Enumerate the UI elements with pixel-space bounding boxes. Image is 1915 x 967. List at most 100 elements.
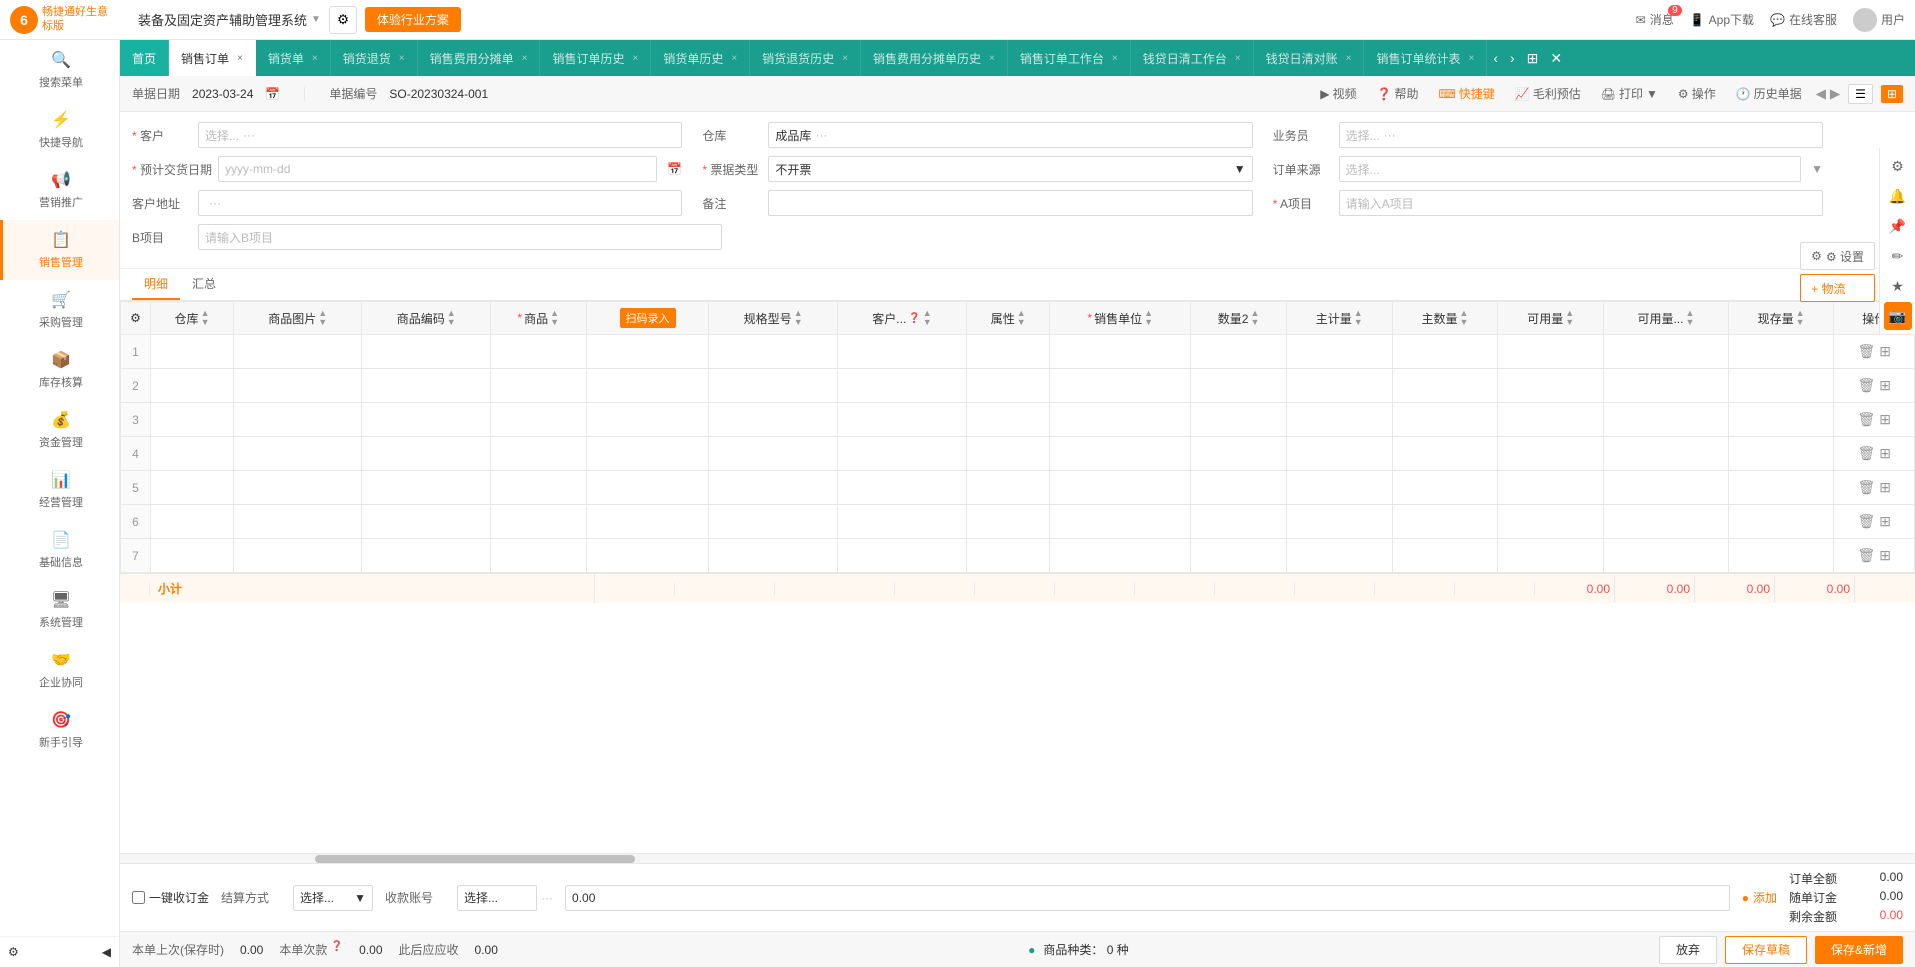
row-copy-3[interactable]: ⊞ <box>1879 411 1891 428</box>
cell-available2-2[interactable] <box>1604 369 1729 403</box>
a-project-input[interactable]: 请输入A项目 <box>1339 190 1823 216</box>
cell-main-unit-3[interactable] <box>1286 403 1392 437</box>
cell-qty2-4[interactable] <box>1191 437 1287 471</box>
row-copy-4[interactable]: ⊞ <box>1879 445 1891 462</box>
cell-available2-7[interactable] <box>1604 539 1729 573</box>
cell-available2-5[interactable] <box>1604 471 1729 505</box>
one-click-deposit-checkbox[interactable]: 一键收订金 <box>132 889 209 906</box>
cell-product-1[interactable] <box>490 335 586 369</box>
cell-main-qty-5[interactable] <box>1392 471 1498 505</box>
cell-spec-4[interactable] <box>709 437 837 471</box>
th-customer-code[interactable]: 客户... ❓ ▲▼ <box>837 302 966 335</box>
cell-qty2-2[interactable] <box>1191 369 1287 403</box>
user-menu[interactable]: 用户 <box>1853 8 1905 32</box>
receipt-account-select[interactable]: 选择... <box>457 885 537 911</box>
discard-button[interactable]: 放弃 <box>1659 936 1717 964</box>
tab-close-workbench[interactable]: × <box>1112 53 1118 64</box>
cell-spec-1[interactable] <box>709 335 837 369</box>
industry-solution-button[interactable]: 体验行业方案 <box>365 7 461 32</box>
cell-attribute-4[interactable] <box>967 437 1050 471</box>
th-product-code[interactable]: 商品编码 ▲▼ <box>362 302 490 335</box>
cell-main-qty-6[interactable] <box>1392 505 1498 539</box>
th-sales-unit[interactable]: * 销售单位 ▲▼ <box>1050 302 1191 335</box>
row-delete-6[interactable]: 🗑 <box>1857 513 1875 530</box>
operation-button[interactable]: ⚙ 操作 <box>1672 83 1722 104</box>
tab-close-expense-split[interactable]: × <box>522 53 528 64</box>
cell-attribute-6[interactable] <box>967 505 1050 539</box>
cell-attribute-7[interactable] <box>967 539 1050 573</box>
sidebar-item-marketing[interactable]: 📢 营销推广 <box>0 160 119 220</box>
app-download-button[interactable]: 📱 App下载 <box>1690 11 1754 28</box>
cell-available-1[interactable] <box>1498 335 1604 369</box>
note-input[interactable] <box>768 190 1252 216</box>
save-new-button[interactable]: 保存&新增 <box>1815 936 1903 964</box>
cell-customer-code-7[interactable] <box>837 539 966 573</box>
online-service-button[interactable]: 💬 在线客服 <box>1770 11 1837 28</box>
th-main-qty[interactable]: 主数量 ▲▼ <box>1392 302 1498 335</box>
tab-close-cash-reconcile[interactable]: × <box>1346 53 1352 64</box>
right-panel-edit[interactable]: ✏ <box>1884 242 1912 270</box>
row-delete-3[interactable]: 🗑 <box>1857 411 1875 428</box>
right-panel-settings[interactable]: ⚙ <box>1884 152 1912 180</box>
th-current-stock[interactable]: 现存量 ▲▼ <box>1728 302 1834 335</box>
th-warehouse[interactable]: 仓库 ▲▼ <box>151 302 234 335</box>
cell-product-2[interactable] <box>490 369 586 403</box>
row-copy-6[interactable]: ⊞ <box>1879 513 1891 530</box>
tab-summary[interactable]: 汇总 <box>180 269 228 300</box>
cell-sales-unit-3[interactable] <box>1050 403 1191 437</box>
tab-next-button[interactable]: › <box>1504 50 1521 66</box>
cell-main-unit-4[interactable] <box>1286 437 1392 471</box>
sidebar-item-operations[interactable]: 📊 经营管理 <box>0 460 119 520</box>
th-available[interactable]: 可用量 ▲▼ <box>1498 302 1604 335</box>
customer-address-input[interactable]: ··· <box>198 190 682 216</box>
th-main-unit[interactable]: 主计量 ▲▼ <box>1286 302 1392 335</box>
cell-current-stock-5[interactable] <box>1728 471 1834 505</box>
cell-main-qty-1[interactable] <box>1392 335 1498 369</box>
cell-warehouse-1[interactable] <box>151 335 234 369</box>
cell-main-unit-7[interactable] <box>1286 539 1392 573</box>
order-source-input[interactable]: 选择... <box>1339 156 1801 182</box>
list-view-button[interactable]: ☰ <box>1848 84 1873 104</box>
shortcut-button[interactable]: ⌨ 快捷键 <box>1432 83 1500 104</box>
cell-customer-code-1[interactable] <box>837 335 966 369</box>
system-title[interactable]: 装备及固定资产辅助管理系统 ▼ <box>138 10 321 29</box>
add-material-button[interactable]: + 物流 <box>1800 274 1875 302</box>
tab-close-sales-order[interactable]: × <box>237 53 243 64</box>
history-button[interactable]: 🕐 历史单据 <box>1730 83 1808 104</box>
cell-spec-3[interactable] <box>709 403 837 437</box>
cell-sales-unit-7[interactable] <box>1050 539 1191 573</box>
th-product-image[interactable]: 商品图片 ▲▼ <box>234 302 362 335</box>
tab-sales-refund[interactable]: 销货退货 × <box>331 40 418 76</box>
cell-customer-code-5[interactable] <box>837 471 966 505</box>
tab-close-sales-stats[interactable]: × <box>1468 53 1474 64</box>
cell-warehouse-7[interactable] <box>151 539 234 573</box>
cell-available-3[interactable] <box>1498 403 1604 437</box>
message-button[interactable]: ✉ 消息 9 <box>1636 11 1674 28</box>
view-video-button[interactable]: ▶ 视频 <box>1314 83 1362 104</box>
help-button[interactable]: ❓ 帮助 <box>1371 83 1425 104</box>
cell-attribute-5[interactable] <box>967 471 1050 505</box>
sidebar-item-inventory[interactable]: 📦 库存核算 <box>0 340 119 400</box>
cell-available2-6[interactable] <box>1604 505 1729 539</box>
cell-sales-unit-2[interactable] <box>1050 369 1191 403</box>
sidebar-item-purchase[interactable]: 🛒 采购管理 <box>0 280 119 340</box>
cell-product-code-1[interactable] <box>362 335 490 369</box>
tab-prev-button[interactable]: ‹ <box>1487 50 1504 66</box>
tab-sales-return[interactable]: 销货单 × <box>256 40 331 76</box>
cell-qty2-5[interactable] <box>1191 471 1287 505</box>
right-panel-bell[interactable]: 🔔 <box>1884 182 1912 210</box>
invoice-type-select[interactable]: 不开票 ▼ <box>768 156 1252 182</box>
nav-prev-button[interactable]: ◀ <box>1816 86 1826 102</box>
row-delete-2[interactable]: 🗑 <box>1857 377 1875 394</box>
tab-close-sales-return[interactable]: × <box>312 53 318 64</box>
delivery-date-input[interactable]: yyyy-mm-dd <box>218 156 657 182</box>
cell-product-7[interactable] <box>490 539 586 573</box>
th-product[interactable]: * 商品 ▲▼ <box>490 302 586 335</box>
horizontal-scrollbar[interactable] <box>120 853 1915 863</box>
cell-qty2-7[interactable] <box>1191 539 1287 573</box>
salesperson-input[interactable]: 选择... ··· <box>1339 122 1823 148</box>
cell-main-unit-1[interactable] <box>1286 335 1392 369</box>
cell-attribute-1[interactable] <box>967 335 1050 369</box>
cell-customer-code-2[interactable] <box>837 369 966 403</box>
tab-close-sales-refund[interactable]: × <box>399 53 405 64</box>
